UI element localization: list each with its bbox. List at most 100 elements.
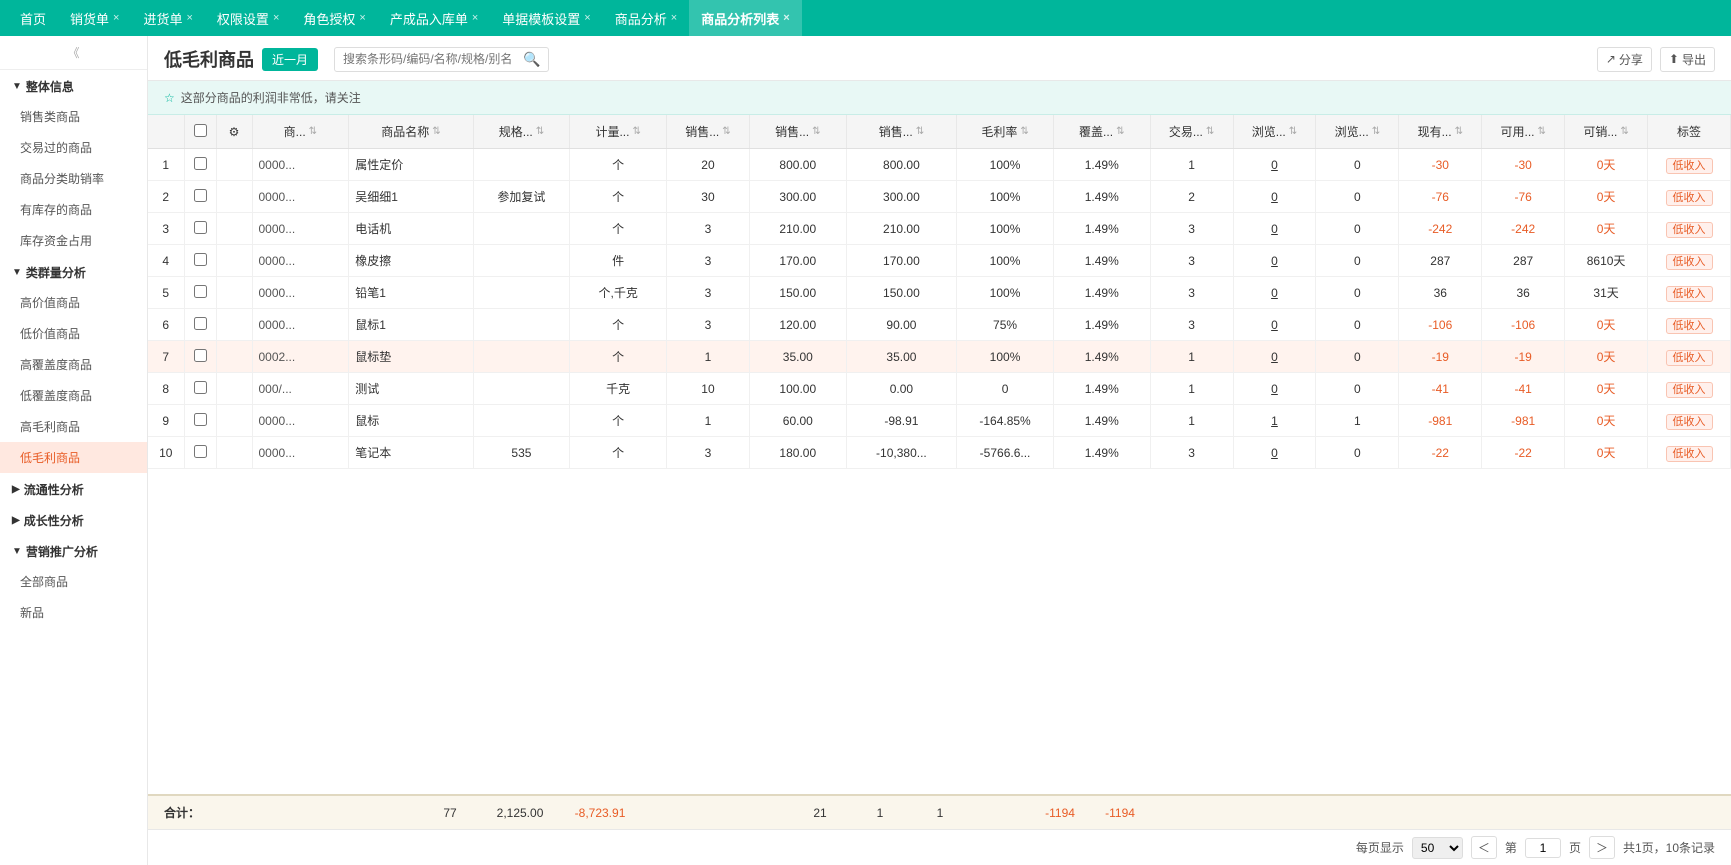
th-view2[interactable]: 浏览...⇅ <box>1316 115 1399 149</box>
sort-sales-amount-icon: ⇅ <box>916 126 924 137</box>
sidebar-section-cluster[interactable]: ▼ 类群量分析 <box>0 256 147 287</box>
cell-sales-price: 120.00 <box>749 309 846 341</box>
cell-index: 9 <box>148 405 184 437</box>
cell-name: 鼠标1 <box>349 309 473 341</box>
cell-unit: 个 <box>570 341 667 373</box>
sidebar-item-low-coverage[interactable]: 低覆盖度商品 <box>0 380 147 411</box>
sidebar-item-traded-goods[interactable]: 交易过的商品 <box>0 132 147 163</box>
nav-template-close[interactable]: × <box>584 12 590 24</box>
th-tag[interactable]: 标签 <box>1648 115 1731 149</box>
page-label: 第 <box>1505 839 1517 856</box>
nav-product-analysis-list-close[interactable]: × <box>783 12 789 24</box>
row-checkbox[interactable] <box>194 285 207 298</box>
cell-sales-qty: 3 <box>667 277 750 309</box>
th-spec[interactable]: 规格...⇅ <box>473 115 570 149</box>
sidebar-item-new-goods[interactable]: 新品 <box>0 597 147 628</box>
section-overall-arrow: ▼ <box>12 81 22 92</box>
cell-current: -19 <box>1399 341 1482 373</box>
settings-icon[interactable]: ⚙ <box>229 125 240 139</box>
tag-badge: 低收入 <box>1666 446 1713 462</box>
nav-permission[interactable]: 权限设置 × <box>205 0 291 36</box>
sidebar-item-category-rate[interactable]: 商品分类助销率 <box>0 163 147 194</box>
nav-product-analysis-list[interactable]: 商品分析列表 × <box>689 0 801 36</box>
th-sales-amount[interactable]: 销售...⇅ <box>846 115 957 149</box>
sidebar-item-low-value[interactable]: 低价值商品 <box>0 318 147 349</box>
sidebar-item-sales-goods[interactable]: 销售类商品 <box>0 101 147 132</box>
cell-trade: 3 <box>1150 437 1233 469</box>
nav-product-in-close[interactable]: × <box>472 12 478 24</box>
prev-page-button[interactable]: ＜ <box>1471 836 1497 859</box>
nav-product-analysis[interactable]: 商品分析 × <box>603 0 689 36</box>
th-sales-price[interactable]: 销售...⇅ <box>749 115 846 149</box>
th-name[interactable]: 商品名称⇅ <box>349 115 473 149</box>
cell-coverage: 1.49% <box>1053 437 1150 469</box>
filter-recent-month-button[interactable]: 近一月 <box>262 48 318 71</box>
sidebar-section-growth[interactable]: ▶ 成长性分析 <box>0 504 147 535</box>
th-available[interactable]: 可用...⇅ <box>1482 115 1565 149</box>
sidebar-item-in-stock[interactable]: 有库存的商品 <box>0 194 147 225</box>
nav-product-analysis-close[interactable]: × <box>671 12 677 24</box>
cell-code: 0000... <box>252 277 349 309</box>
sidebar-item-high-coverage[interactable]: 高覆盖度商品 <box>0 349 147 380</box>
th-current[interactable]: 现有...⇅ <box>1399 115 1482 149</box>
row-checkbox[interactable] <box>194 445 207 458</box>
cell-sales-amount: -98.91 <box>846 405 957 437</box>
row-checkbox[interactable] <box>194 349 207 362</box>
cell-current: -41 <box>1399 373 1482 405</box>
sidebar-section-marketing[interactable]: ▼ 营销推广分析 <box>0 535 147 566</box>
share-button[interactable]: ↗ 分享 <box>1597 47 1652 72</box>
select-all-checkbox[interactable] <box>194 124 207 137</box>
next-page-button[interactable]: ＞ <box>1589 836 1615 859</box>
row-checkbox[interactable] <box>194 189 207 202</box>
nav-product-in[interactable]: 产成品入库单 × <box>378 0 490 36</box>
cell-spec <box>473 149 570 181</box>
row-checkbox[interactable] <box>194 317 207 330</box>
cell-view1: 0 <box>1233 277 1316 309</box>
row-checkbox[interactable] <box>194 157 207 170</box>
row-checkbox[interactable] <box>194 381 207 394</box>
page-number-input[interactable] <box>1525 838 1561 858</box>
nav-sales[interactable]: 销货单 × <box>58 0 131 36</box>
search-input[interactable] <box>343 52 523 66</box>
search-icon[interactable]: 🔍 <box>523 51 540 68</box>
sidebar-item-low-margin[interactable]: 低毛利商品 <box>0 442 147 473</box>
sort-code-icon: ⇅ <box>309 126 317 137</box>
nav-role-close[interactable]: × <box>359 12 365 24</box>
row-checkbox[interactable] <box>194 221 207 234</box>
th-code[interactable]: 商...⇅ <box>252 115 349 149</box>
per-page-select[interactable]: 50 20 100 <box>1412 837 1463 859</box>
cell-code: 0002... <box>252 341 349 373</box>
sidebar-item-stock-fund[interactable]: 库存资金占用 <box>0 225 147 256</box>
cell-tag: 低收入 <box>1648 405 1731 437</box>
cell-saleable: 31天 <box>1565 277 1648 309</box>
cell-action <box>216 277 252 309</box>
row-checkbox[interactable] <box>194 253 207 266</box>
pagination-bar: 每页显示 50 20 100 ＜ 第 页 ＞ 共1页，10条记录 <box>148 829 1731 865</box>
cell-tag: 低收入 <box>1648 373 1731 405</box>
cell-trade: 3 <box>1150 245 1233 277</box>
cell-spec <box>473 309 570 341</box>
row-checkbox[interactable] <box>194 413 207 426</box>
sidebar-section-overall[interactable]: ▼ 整体信息 <box>0 70 147 101</box>
nav-role[interactable]: 角色授权 × <box>291 0 377 36</box>
th-trade[interactable]: 交易...⇅ <box>1150 115 1233 149</box>
nav-permission-close[interactable]: × <box>273 12 279 24</box>
th-saleable[interactable]: 可销...⇅ <box>1565 115 1648 149</box>
sidebar-item-all-goods[interactable]: 全部商品 <box>0 566 147 597</box>
th-coverage[interactable]: 覆盖...⇅ <box>1053 115 1150 149</box>
nav-home[interactable]: 首页 <box>8 0 58 36</box>
nav-purchase-close[interactable]: × <box>186 12 192 24</box>
th-sales-qty[interactable]: 销售...⇅ <box>667 115 750 149</box>
th-view1[interactable]: 浏览...⇅ <box>1233 115 1316 149</box>
th-unit[interactable]: 计量...⇅ <box>570 115 667 149</box>
sidebar-collapse-btn[interactable]: 《 <box>0 36 147 70</box>
nav-sales-close[interactable]: × <box>113 12 119 24</box>
export-button[interactable]: ⬆ 导出 <box>1660 47 1715 72</box>
th-gross-rate[interactable]: 毛利率⇅ <box>957 115 1054 149</box>
nav-purchase[interactable]: 进货单 × <box>131 0 204 36</box>
cell-name: 橡皮擦 <box>349 245 473 277</box>
sidebar-section-flow[interactable]: ▶ 流通性分析 <box>0 473 147 504</box>
sidebar-item-high-margin[interactable]: 高毛利商品 <box>0 411 147 442</box>
sidebar-item-high-value[interactable]: 高价值商品 <box>0 287 147 318</box>
nav-template[interactable]: 单据模板设置 × <box>490 0 602 36</box>
